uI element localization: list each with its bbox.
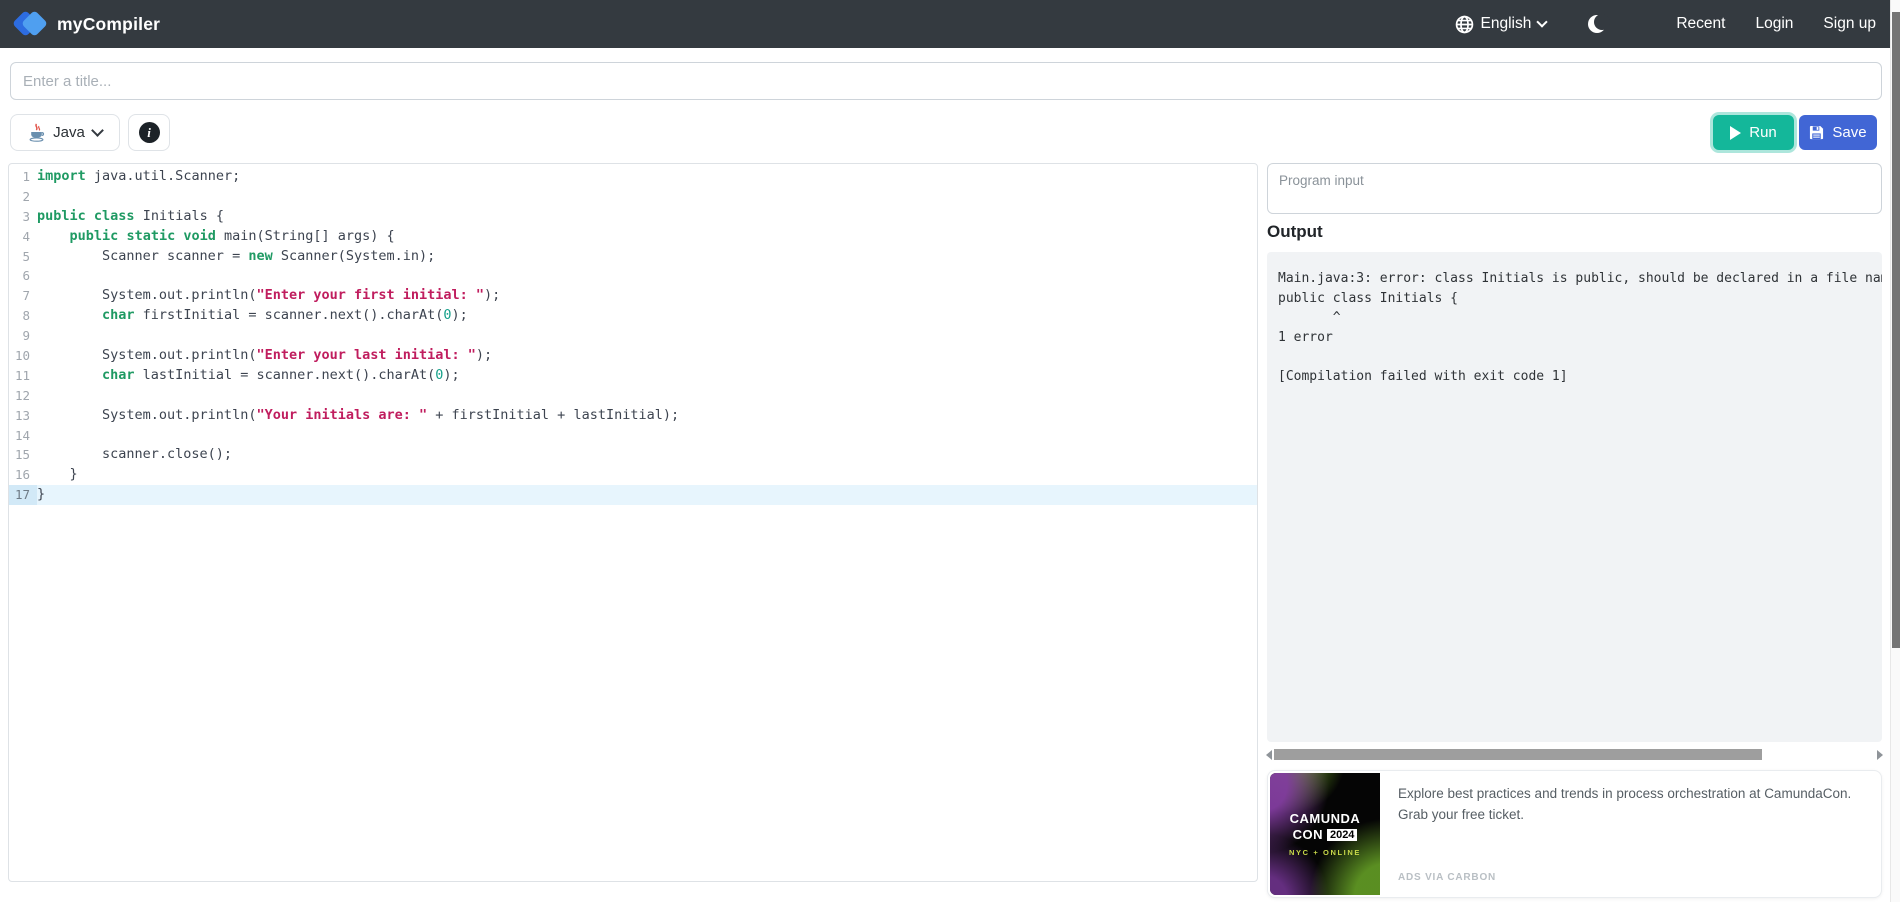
line-number: 3 (9, 207, 37, 227)
code-line[interactable]: 3public class Initials { (9, 207, 1257, 227)
brand-logo-icon (14, 9, 48, 39)
code-editor[interactable]: 1import java.util.Scanner;23public class… (8, 163, 1258, 882)
save-icon (1809, 125, 1824, 140)
save-button[interactable]: Save (1799, 115, 1877, 150)
ad-text-link[interactable]: Explore best practices and trends in pro… (1398, 783, 1858, 825)
code-line[interactable]: 2 (9, 187, 1257, 207)
code-line[interactable]: 14 (9, 426, 1257, 446)
program-input[interactable] (1267, 163, 1882, 214)
line-number: 7 (9, 286, 37, 306)
code-line[interactable]: 13 System.out.println("Your initials are… (9, 406, 1257, 426)
line-number: 17 (9, 485, 37, 505)
save-button-label: Save (1832, 124, 1866, 141)
dark-mode-toggle[interactable] (1588, 14, 1608, 34)
ad-image-title: CAMUNDA (1290, 811, 1361, 826)
info-icon: i (139, 122, 160, 143)
line-number: 10 (9, 346, 37, 366)
line-number: 13 (9, 406, 37, 426)
line-number: 1 (9, 167, 37, 187)
run-button-label: Run (1749, 124, 1777, 141)
code-line[interactable]: 5 Scanner scanner = new Scanner(System.i… (9, 247, 1257, 267)
line-number: 15 (9, 445, 37, 465)
nav-link-signup[interactable]: Sign up (1823, 15, 1876, 33)
line-number: 16 (9, 465, 37, 485)
code-line[interactable]: 4 public static void main(String[] args)… (9, 227, 1257, 247)
moon-icon (1588, 15, 1606, 33)
brand[interactable]: myCompiler (14, 9, 160, 39)
code-line[interactable]: 17} (9, 485, 1257, 505)
ad-attribution-link[interactable]: ADS VIA CARBON (1398, 872, 1496, 883)
code-line[interactable]: 8 char firstInitial = scanner.next().cha… (9, 306, 1257, 326)
play-icon (1730, 126, 1741, 140)
run-button[interactable]: Run (1713, 115, 1794, 150)
output-panel: Main.java:3: error: class Initials is pu… (1267, 252, 1882, 742)
language-info-button[interactable]: i (128, 114, 170, 151)
scroll-left-arrow-icon[interactable] (1266, 750, 1272, 760)
ad-image[interactable]: CAMUNDA CON 2024 NYC + ONLINE (1270, 773, 1380, 895)
code-lines: 1import java.util.Scanner;23public class… (9, 167, 1257, 505)
chevron-down-icon (1537, 16, 1548, 27)
code-line[interactable]: 10 System.out.println("Enter your last i… (9, 346, 1257, 366)
chevron-down-icon (91, 124, 104, 137)
line-number: 2 (9, 187, 37, 207)
scrollbar-thumb[interactable] (1892, 12, 1900, 648)
output-horizontal-scrollbar[interactable] (1265, 747, 1884, 762)
code-line[interactable]: 6 (9, 266, 1257, 286)
globe-icon (1455, 15, 1474, 34)
line-number: 6 (9, 266, 37, 286)
ad-image-subtitle: NYC + ONLINE (1289, 848, 1361, 857)
line-number: 12 (9, 386, 37, 406)
code-line[interactable]: 11 char lastInitial = scanner.next().cha… (9, 366, 1257, 386)
output-text: Main.java:3: error: class Initials is pu… (1278, 269, 1882, 386)
language-selector-label: Java (53, 124, 85, 141)
java-icon (28, 123, 45, 142)
language-label: English (1481, 15, 1532, 33)
line-number: 11 (9, 366, 37, 386)
navbar: myCompiler English Recent Login Sign up (0, 0, 1900, 48)
brand-name: myCompiler (57, 14, 160, 35)
line-number: 8 (9, 306, 37, 326)
language-selector-button[interactable]: Java (10, 114, 120, 151)
page-vertical-scrollbar[interactable] (1890, 0, 1900, 902)
line-number: 5 (9, 247, 37, 267)
code-line[interactable]: 7 System.out.println("Enter your first i… (9, 286, 1257, 306)
scrollbar-thumb[interactable] (1274, 749, 1762, 760)
ad-image-year: 2024 (1327, 829, 1357, 841)
line-number: 9 (9, 326, 37, 346)
nav-link-recent[interactable]: Recent (1676, 15, 1725, 33)
code-line[interactable]: 12 (9, 386, 1257, 406)
ad-image-title2: CON (1293, 827, 1323, 842)
line-number: 4 (9, 227, 37, 247)
output-heading: Output (1267, 222, 1323, 242)
line-number: 14 (9, 426, 37, 446)
language-dropdown[interactable]: English (1455, 15, 1547, 34)
code-line[interactable]: 1import java.util.Scanner; (9, 167, 1257, 187)
code-line[interactable]: 15 scanner.close(); (9, 445, 1257, 465)
scroll-right-arrow-icon[interactable] (1877, 750, 1883, 760)
title-input[interactable] (10, 62, 1882, 100)
code-line[interactable]: 16 } (9, 465, 1257, 485)
code-line[interactable]: 9 (9, 326, 1257, 346)
carbon-ad: CAMUNDA CON 2024 NYC + ONLINE Explore be… (1267, 770, 1882, 898)
nav-link-login[interactable]: Login (1755, 15, 1793, 33)
